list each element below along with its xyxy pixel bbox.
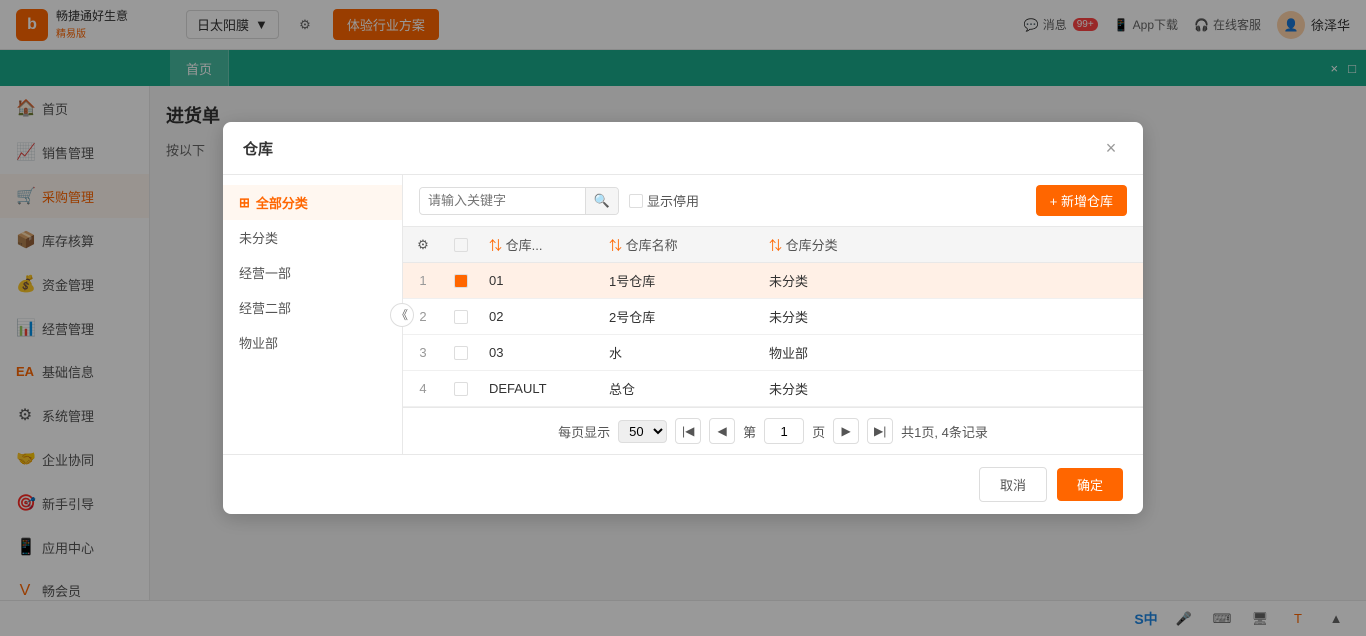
sort-icon: ⇅ [489, 238, 502, 253]
page-unit: 页 [812, 422, 825, 441]
modal-title: 仓库 [243, 138, 273, 159]
warehouse-table-wrap: ⚙ ⇅ 仓库... ⇅ [403, 227, 1143, 407]
table-row[interactable]: 3 03 水 物业部 [403, 335, 1143, 371]
row-checkbox[interactable] [454, 310, 468, 324]
row-name: 总仓 [599, 371, 759, 407]
row-category: 未分类 [759, 299, 1143, 335]
modal-overlay: 仓库 × ⊞ 全部分类 未分类 经营一部 经营二部 [0, 0, 1366, 636]
cancel-button[interactable]: 取消 [979, 467, 1047, 502]
category-label-0: 未分类 [239, 231, 278, 246]
table-row[interactable]: 4 DEFAULT 总仓 未分类 [403, 371, 1143, 407]
row-num: 4 [403, 371, 443, 407]
per-page-label: 每页显示 [558, 422, 610, 441]
sort-icon2: ⇅ [609, 238, 622, 253]
pagination: 每页显示 50 |◀ ◀ 第 页 ▶ ▶| 共1页, 4条记录 [403, 407, 1143, 454]
page-input[interactable] [764, 418, 804, 444]
col-category: ⇅ 仓库分类 [759, 227, 1143, 263]
row-checkbox-cell [443, 263, 479, 299]
col-code: ⇅ 仓库... [479, 227, 599, 263]
row-code: DEFAULT [479, 371, 599, 407]
total-label: 共1页, 4条记录 [901, 422, 988, 441]
row-code: 03 [479, 335, 599, 371]
sort-icon3: ⇅ [769, 238, 782, 253]
col-name: ⇅ 仓库名称 [599, 227, 759, 263]
table-row[interactable]: 1 01 1号仓库 未分类 [403, 263, 1143, 299]
modal-right-panel: 🔍 显示停用 + 新增仓库 ⚙ [403, 175, 1143, 454]
page-label: 第 [743, 422, 756, 441]
collapse-button[interactable]: 《 [390, 303, 414, 327]
category-label-2: 经营二部 [239, 301, 291, 316]
modal-header: 仓库 × [223, 122, 1143, 175]
row-checkbox-cell [443, 335, 479, 371]
prev-page-button[interactable]: ◀ [709, 418, 735, 444]
row-checkbox[interactable] [454, 274, 468, 288]
category-item-0[interactable]: 未分类 [223, 220, 402, 255]
settings-icon[interactable]: ⚙ [417, 237, 429, 252]
row-code: 02 [479, 299, 599, 335]
row-category: 未分类 [759, 371, 1143, 407]
category-item-2[interactable]: 经营二部 [223, 290, 402, 325]
row-checkbox[interactable] [454, 346, 468, 360]
search-button[interactable]: 🔍 [585, 188, 618, 214]
category-all[interactable]: ⊞ 全部分类 [223, 185, 402, 220]
row-name: 2号仓库 [599, 299, 759, 335]
category-item-3[interactable]: 物业部 [223, 325, 402, 360]
modal-toolbar: 🔍 显示停用 + 新增仓库 [403, 175, 1143, 227]
row-num: 3 [403, 335, 443, 371]
modal-footer: 取消 确定 [223, 454, 1143, 514]
warehouse-modal: 仓库 × ⊞ 全部分类 未分类 经营一部 经营二部 [223, 122, 1143, 514]
show-disabled-label: 显示停用 [647, 191, 699, 210]
show-disabled-checkbox[interactable]: 显示停用 [629, 191, 699, 210]
checkbox-icon [629, 194, 643, 208]
row-category: 未分类 [759, 263, 1143, 299]
warehouse-table: ⚙ ⇅ 仓库... ⇅ [403, 227, 1143, 407]
next-page-button[interactable]: ▶ [833, 418, 859, 444]
category-label-3: 物业部 [239, 336, 278, 351]
modal-close-button[interactable]: × [1099, 136, 1123, 160]
row-checkbox[interactable] [454, 382, 468, 396]
add-warehouse-button[interactable]: + 新增仓库 [1036, 185, 1127, 216]
grid-icon: ⊞ [239, 195, 250, 211]
col-settings: ⚙ [403, 227, 443, 263]
col-checkbox [443, 227, 479, 263]
category-item-1[interactable]: 经营一部 [223, 255, 402, 290]
search-box: 🔍 [419, 187, 619, 215]
row-name: 1号仓库 [599, 263, 759, 299]
row-checkbox-cell [443, 299, 479, 335]
last-page-button[interactable]: ▶| [867, 418, 893, 444]
row-category: 物业部 [759, 335, 1143, 371]
category-all-label: 全部分类 [256, 193, 308, 212]
row-num: 1 [403, 263, 443, 299]
row-code: 01 [479, 263, 599, 299]
modal-left-panel: ⊞ 全部分类 未分类 经营一部 经营二部 物业部 《 [223, 175, 403, 454]
table-row[interactable]: 2 02 2号仓库 未分类 [403, 299, 1143, 335]
search-input[interactable] [420, 188, 585, 213]
modal-body: ⊞ 全部分类 未分类 经营一部 经营二部 物业部 《 [223, 175, 1143, 454]
select-all-checkbox[interactable] [454, 238, 468, 252]
confirm-button[interactable]: 确定 [1057, 468, 1123, 501]
first-page-button[interactable]: |◀ [675, 418, 701, 444]
category-label-1: 经营一部 [239, 266, 291, 281]
per-page-select[interactable]: 50 [618, 420, 667, 443]
row-checkbox-cell [443, 371, 479, 407]
row-name: 水 [599, 335, 759, 371]
